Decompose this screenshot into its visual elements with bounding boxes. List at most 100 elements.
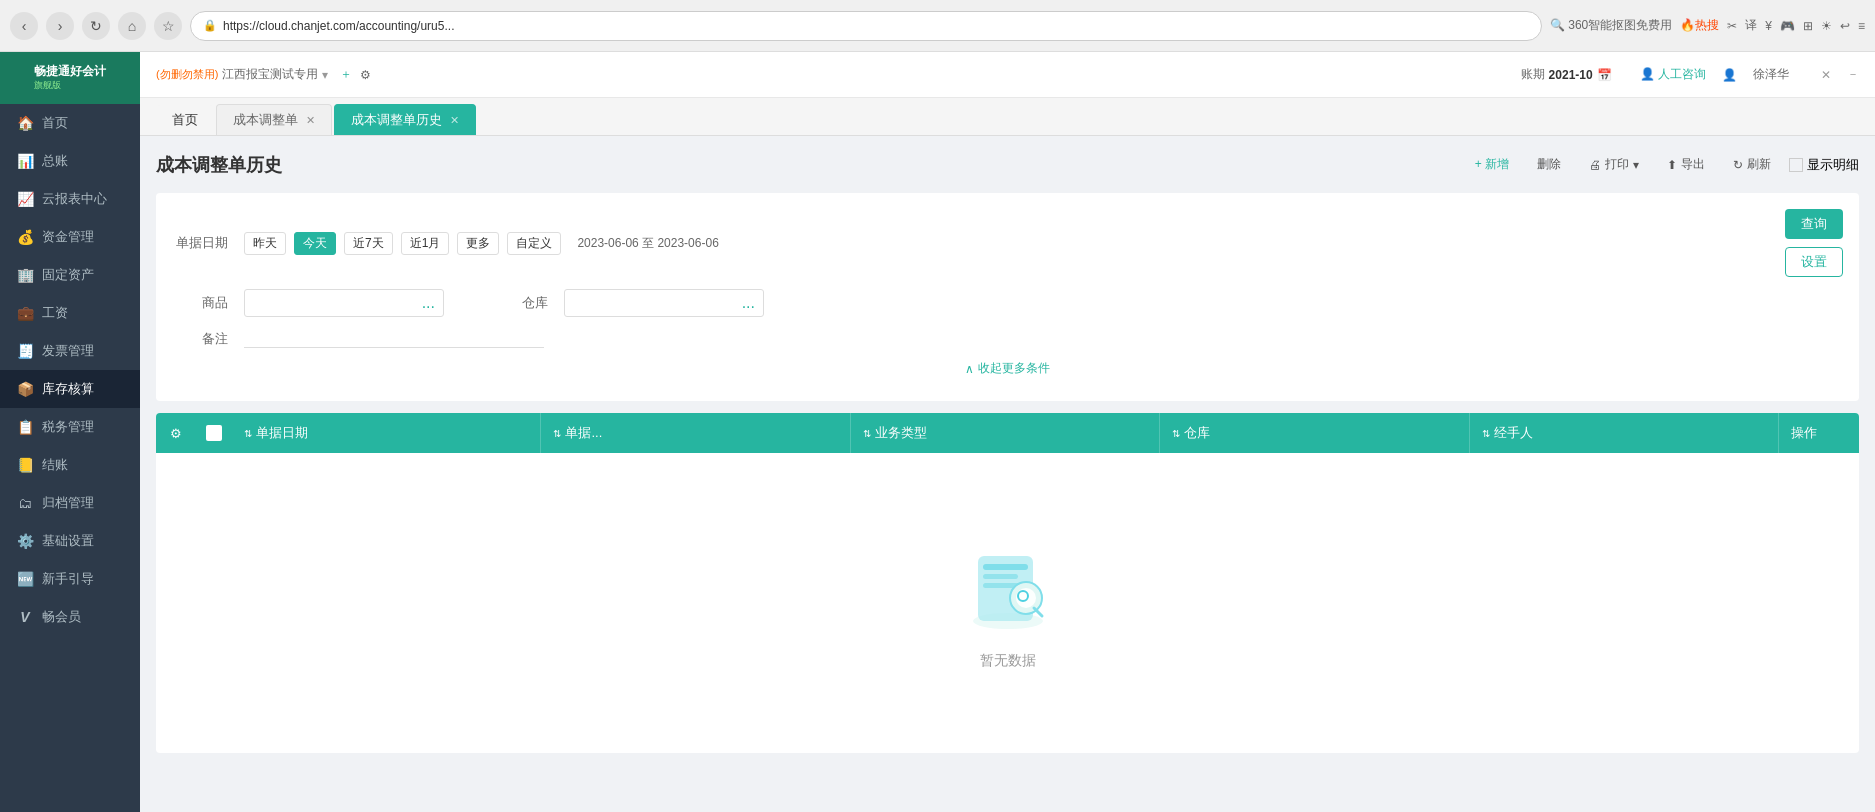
settings-icon: ⚙️ — [16, 533, 34, 549]
home-button[interactable]: ⌂ — [118, 12, 146, 40]
sidebar-item-invoices[interactable]: 🧾 发票管理 — [0, 332, 140, 370]
th-business-type-label: 业务类型 — [875, 424, 927, 442]
settings-gear-icon[interactable]: ⚙ — [360, 68, 371, 82]
tool-search[interactable]: 🔍 360智能抠图免费用 — [1550, 17, 1672, 34]
browser-bar: ‹ › ↻ ⌂ ☆ 🔒 https://cloud.chanjet.com/ac… — [0, 0, 1875, 52]
sidebar-item-guide[interactable]: 🆕 新手引导 — [0, 560, 140, 598]
url-bar[interactable]: 🔒 https://cloud.chanjet.com/accounting/u… — [190, 11, 1542, 41]
sidebar: 畅捷通好会计 旗舰版 🏠 首页 📊 总账 📈 云报表中心 💰 资金管理 — [0, 52, 140, 812]
date-btn-yesterday[interactable]: 昨天 — [244, 232, 286, 255]
tab-cost-adjustment-close[interactable]: ✕ — [306, 114, 315, 127]
tab-home[interactable]: 首页 — [156, 105, 214, 135]
table-settings-icon[interactable]: ⚙ — [170, 426, 182, 441]
date-btn-7days[interactable]: 近7天 — [344, 232, 393, 255]
service-link[interactable]: 👤 人工咨询 — [1640, 66, 1706, 83]
new-button[interactable]: + 新增 — [1465, 152, 1519, 177]
th-business-type[interactable]: ⇅ 业务类型 — [851, 413, 1160, 453]
table-select-all-checkbox[interactable] — [206, 425, 222, 441]
th-number[interactable]: ⇅ 单据... — [541, 413, 850, 453]
refresh-button[interactable]: ↻ 刷新 — [1723, 152, 1781, 177]
tool-wallet[interactable]: ¥ — [1765, 19, 1772, 33]
window-close-btn[interactable]: ✕ — [1821, 68, 1831, 82]
sidebar-item-tax[interactable]: 📋 税务管理 — [0, 408, 140, 446]
sidebar-item-funds[interactable]: 💰 资金管理 — [0, 218, 140, 256]
date-btn-today[interactable]: 今天 — [294, 232, 336, 255]
forward-button[interactable]: › — [46, 12, 74, 40]
goods-select[interactable]: ... — [244, 289, 444, 317]
tabs-bar: 首页 成本调整单 ✕ 成本调整单历史 ✕ — [140, 98, 1875, 136]
sidebar-item-vip[interactable]: V 畅会员 — [0, 598, 140, 636]
calendar-icon[interactable]: 📅 — [1597, 68, 1612, 82]
funds-icon: 💰 — [16, 229, 34, 245]
bookmark-button[interactable]: ☆ — [154, 12, 182, 40]
date-btn-more[interactable]: 更多 — [457, 232, 499, 255]
tab-cost-adjustment-history-label: 成本调整单历史 — [351, 111, 442, 129]
back-button[interactable]: ‹ — [10, 12, 38, 40]
th-warehouse[interactable]: ⇅ 仓库 — [1160, 413, 1469, 453]
svg-rect-3 — [983, 574, 1018, 579]
th-handler[interactable]: ⇅ 经手人 — [1470, 413, 1779, 453]
refresh-button[interactable]: ↻ — [82, 12, 110, 40]
tab-home-label: 首页 — [172, 111, 198, 129]
show-detail-toggle[interactable]: 显示明细 — [1789, 156, 1859, 174]
service-label: 人工咨询 — [1658, 67, 1706, 81]
date-btn-1month[interactable]: 近1月 — [401, 232, 450, 255]
tool-undo[interactable]: ↩ — [1840, 19, 1850, 33]
date-btn-custom[interactable]: 自定义 — [507, 232, 561, 255]
tool-game[interactable]: 🎮 — [1780, 19, 1795, 33]
tool-brightness[interactable]: ☀ — [1821, 19, 1832, 33]
tool-translate[interactable]: 译 — [1745, 17, 1757, 34]
tool-menu[interactable]: ≡ — [1858, 19, 1865, 33]
add-company-icon[interactable]: ＋ — [340, 66, 352, 83]
tool-hot: 🔥热搜 — [1680, 17, 1719, 34]
app-logo: 畅捷通好会计 旗舰版 — [0, 52, 140, 104]
query-button[interactable]: 查询 — [1785, 209, 1843, 239]
table-header-row: ⚙ ⇅ 单据日期 ⇅ 单据... ⇅ 业务类型 — [156, 413, 1859, 453]
sidebar-item-close[interactable]: 📒 结账 — [0, 446, 140, 484]
sidebar-item-home[interactable]: 🏠 首页 — [0, 104, 140, 142]
date-filter-label: 单据日期 — [172, 234, 228, 252]
home-icon: 🏠 — [16, 115, 34, 131]
tab-cost-adjustment-history[interactable]: 成本调整单历史 ✕ — [334, 104, 476, 135]
warehouse-select[interactable]: ... — [564, 289, 764, 317]
filter-settings-button[interactable]: 设置 — [1785, 247, 1843, 277]
guide-icon: 🆕 — [16, 571, 34, 587]
collapse-button[interactable]: ∧ 收起更多条件 — [965, 360, 1050, 377]
th-warehouse-label: 仓库 — [1184, 424, 1210, 442]
warehouse-filter-label: 仓库 — [492, 294, 548, 312]
sidebar-item-settings[interactable]: ⚙️ 基础设置 — [0, 522, 140, 560]
th-date[interactable]: ⇅ 单据日期 — [232, 413, 541, 453]
notes-input[interactable] — [244, 329, 544, 348]
sidebar-item-invoices-label: 发票管理 — [42, 342, 94, 360]
sidebar-item-ledger-label: 总账 — [42, 152, 68, 170]
sidebar-item-fixed-assets[interactable]: 🏢 固定资产 — [0, 256, 140, 294]
print-dropdown-icon[interactable]: ▾ — [1633, 158, 1639, 172]
ssl-lock-icon: 🔒 — [203, 19, 217, 32]
invoices-icon: 🧾 — [16, 343, 34, 359]
print-button[interactable]: 🖨 打印 ▾ — [1579, 152, 1649, 177]
sidebar-item-inventory[interactable]: 📦 库存核算 — [0, 370, 140, 408]
sidebar-item-archive[interactable]: 🗂 归档管理 — [0, 484, 140, 522]
payroll-icon: 💼 — [16, 305, 34, 321]
inventory-icon: 📦 — [16, 381, 34, 397]
goods-select-dots[interactable]: ... — [422, 294, 435, 312]
sidebar-item-reports[interactable]: 📈 云报表中心 — [0, 180, 140, 218]
sidebar-item-payroll[interactable]: 💼 工资 — [0, 294, 140, 332]
window-min-btn[interactable]: － — [1847, 66, 1859, 83]
company-dropdown-icon[interactable]: ▾ — [322, 68, 328, 82]
tool-cut[interactable]: ✂ — [1727, 19, 1737, 33]
export-button[interactable]: ⬆ 导出 — [1657, 152, 1715, 177]
tool-grid[interactable]: ⊞ — [1803, 19, 1813, 33]
tab-cost-adjustment-history-close[interactable]: ✕ — [450, 114, 459, 127]
warehouse-select-dots[interactable]: ... — [742, 294, 755, 312]
tab-cost-adjustment[interactable]: 成本调整单 ✕ — [216, 104, 332, 135]
th-actions-label: 操作 — [1791, 424, 1817, 442]
sidebar-item-fixed-assets-label: 固定资产 — [42, 266, 94, 284]
sidebar-item-ledger[interactable]: 📊 总账 — [0, 142, 140, 180]
ledger-icon: 📊 — [16, 153, 34, 169]
delete-button[interactable]: 删除 — [1527, 152, 1571, 177]
filter-row-notes: 备注 — [172, 329, 1843, 348]
browser-tools: 🔍 360智能抠图免费用 🔥热搜 ✂ 译 ¥ 🎮 ⊞ ☀ ↩ ≡ — [1550, 17, 1865, 34]
query-settings-group: 查询 设置 — [1785, 209, 1843, 277]
sidebar-item-payroll-label: 工资 — [42, 304, 68, 322]
